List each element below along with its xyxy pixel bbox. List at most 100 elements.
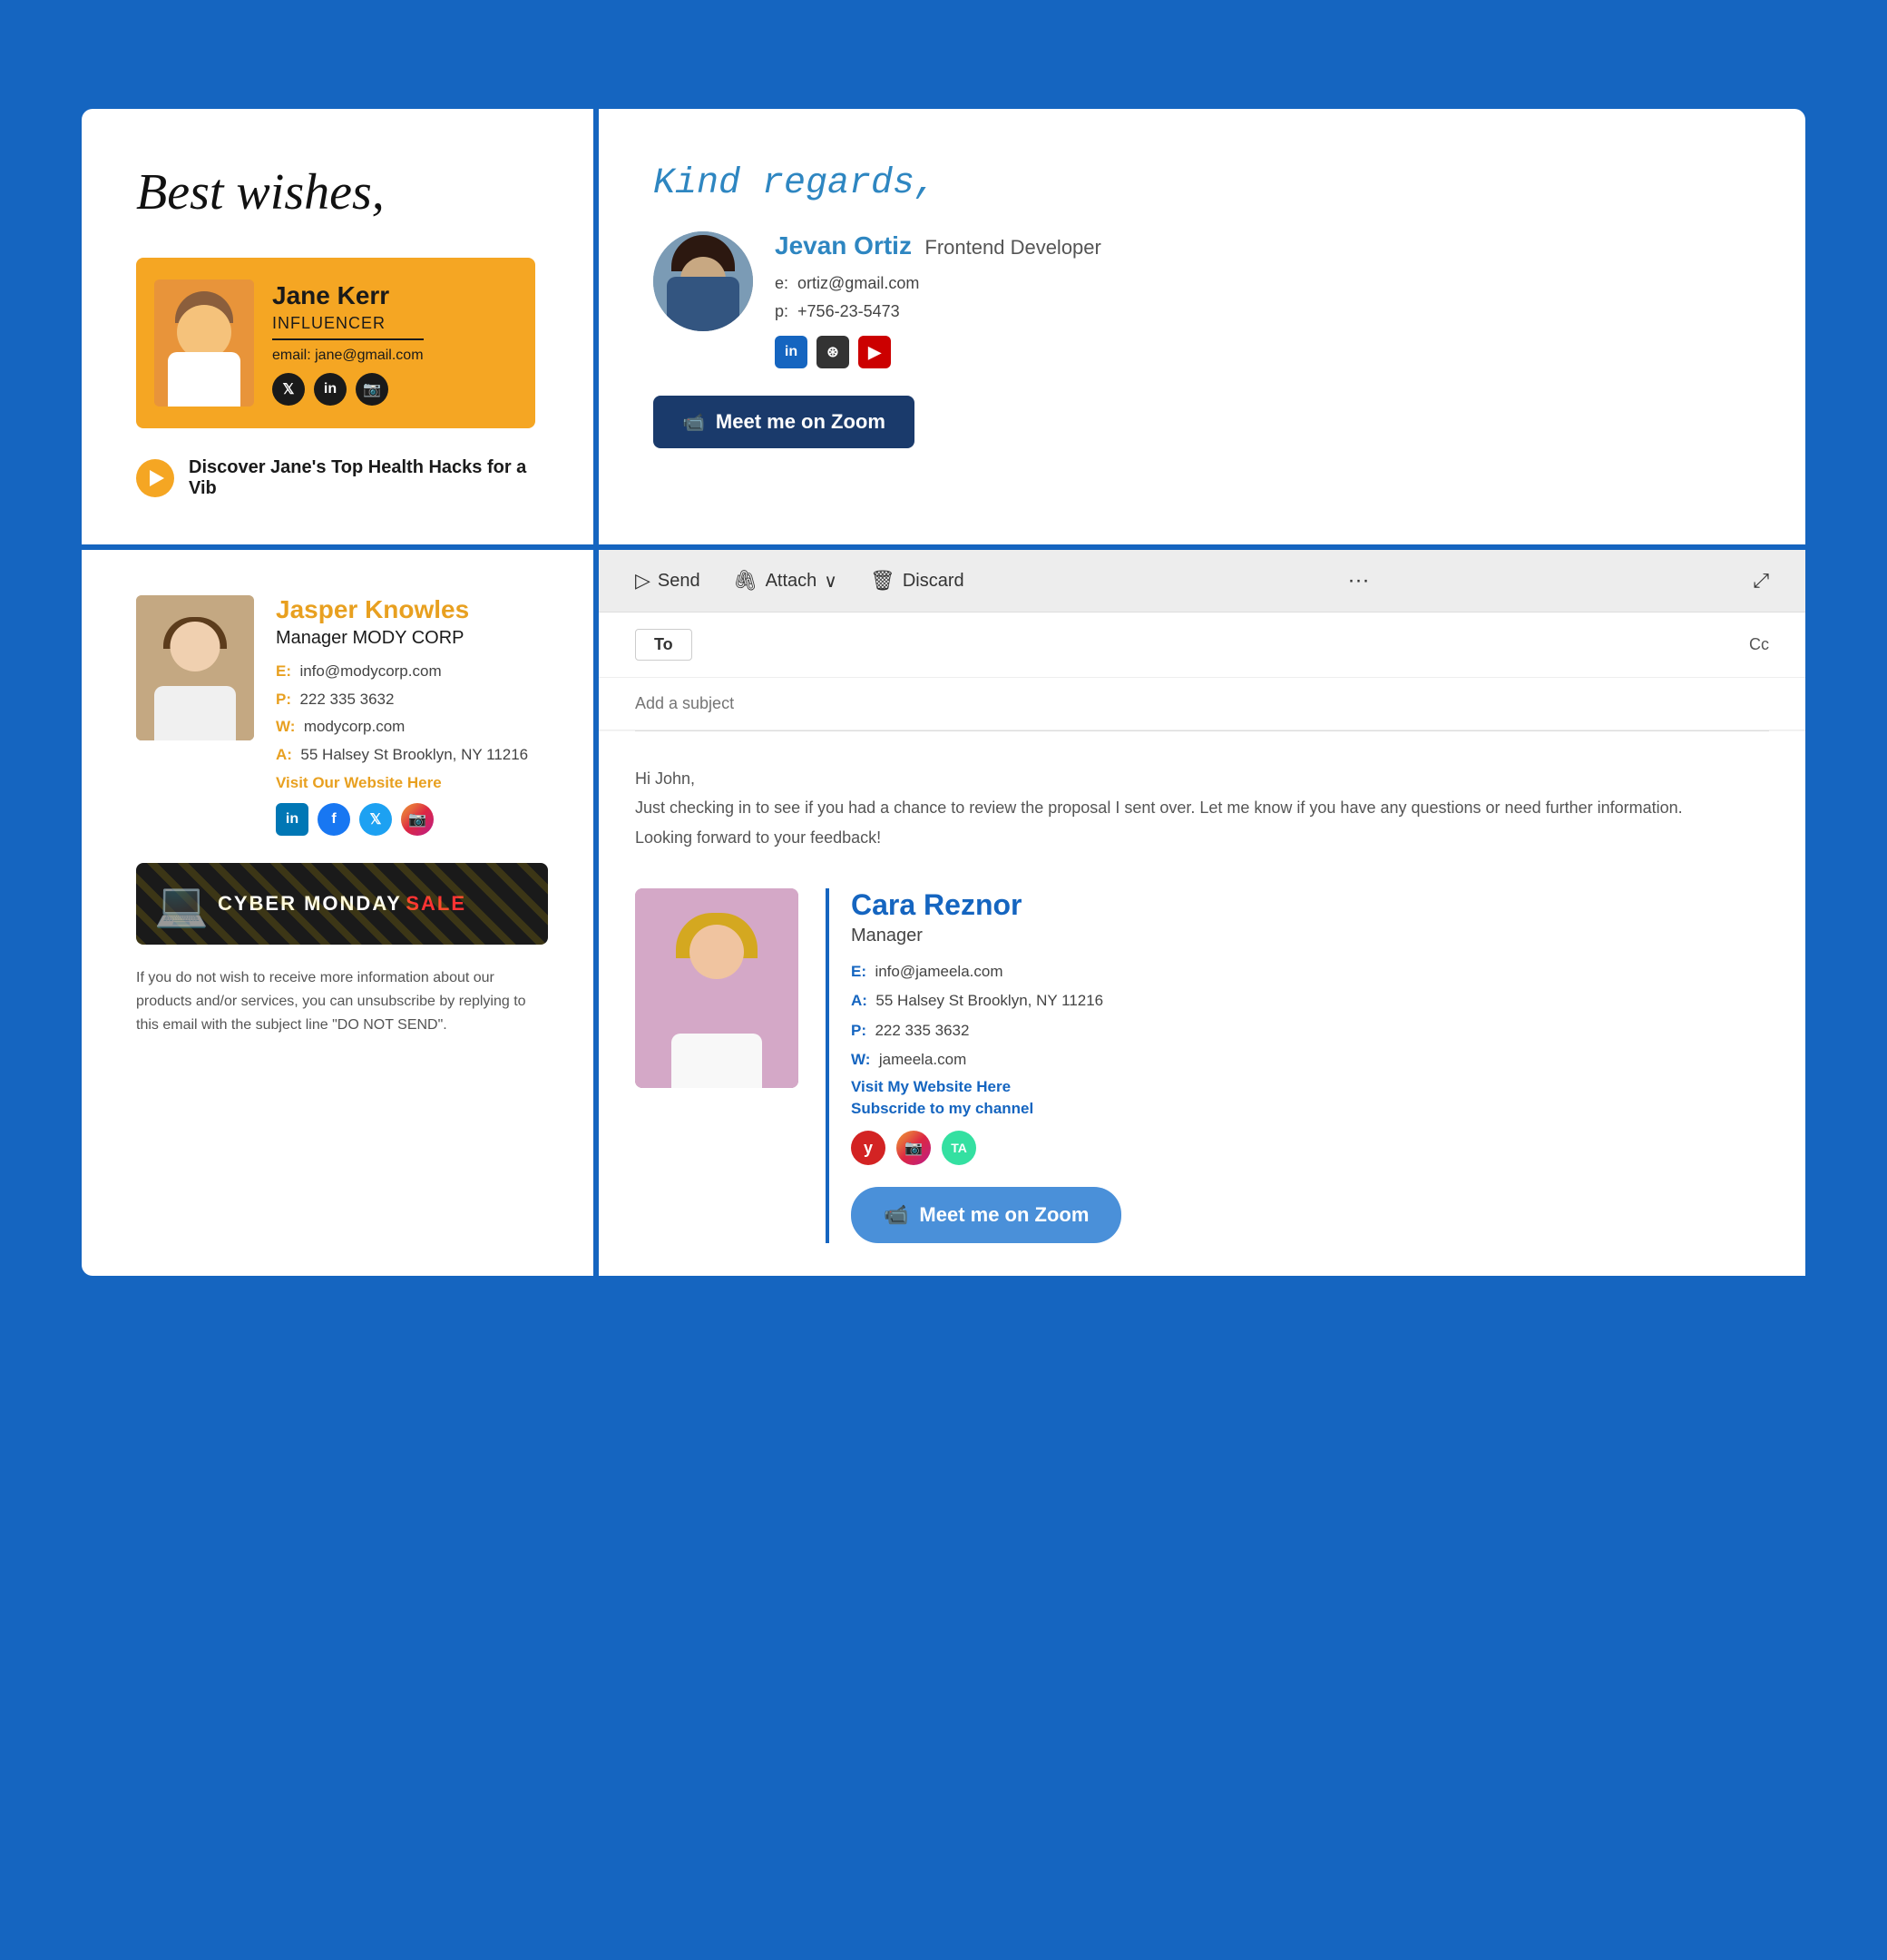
laptop-icon: 💻 — [154, 878, 209, 930]
email-to-row: To Cc — [599, 612, 1805, 678]
jane-info: Jane Kerr INFLUENCER email: jane@gmail.c… — [272, 281, 424, 406]
jane-shirt — [168, 352, 240, 407]
to-input[interactable] — [707, 635, 1735, 654]
jevan-signature-card: Jevan Ortiz Frontend Developer e: ortiz@… — [653, 231, 1751, 368]
zoom-button-label: Meet me on Zoom — [716, 410, 885, 434]
address-label: A: — [276, 746, 292, 763]
address-value: 55 Halsey St Brooklyn, NY 11216 — [300, 746, 528, 763]
instagram-icon[interactable]: 📷 — [896, 1131, 931, 1165]
jevan-shirt — [667, 277, 739, 331]
cara-visit-link[interactable]: Visit My Website Here — [851, 1078, 1769, 1096]
email-label: E: — [276, 662, 291, 680]
cara-face — [689, 925, 744, 979]
jevan-name: Jevan Ortiz — [775, 231, 912, 260]
email-body-text: Hi John, Just checking in to see if you … — [635, 764, 1769, 852]
attach-button[interactable]: 🖇 Attach ∨ — [733, 569, 837, 593]
cara-name: Cara Reznor — [851, 888, 1769, 922]
best-wishes-title: Best wishes, — [136, 163, 539, 221]
cyber-monday-banner: 💻 CYBER MONDAY SALE — [136, 863, 548, 945]
cara-role: Manager — [851, 926, 1769, 946]
tripadvisor-icon[interactable]: TA — [942, 1131, 976, 1165]
send-label: Send — [658, 571, 700, 592]
jane-social-icons: 𝕏 in 📷 — [272, 373, 424, 406]
phone-value: 222 335 3632 — [299, 691, 394, 708]
cara-contact: E: info@jameela.com A: 55 Halsey St Broo… — [851, 957, 1769, 1074]
jasper-name: Jasper Knowles — [276, 595, 548, 624]
cara-email-value: info@jameela.com — [875, 963, 1002, 980]
discover-text: Discover Jane's Top Health Hacks for a V… — [189, 457, 539, 499]
github-icon[interactable]: ⊛ — [816, 336, 849, 368]
cara-zoom-button[interactable]: 📹 Meet me on Zoom — [851, 1187, 1121, 1243]
kind-regards-title: Kind regards, — [653, 163, 1751, 204]
facebook-icon[interactable]: f — [318, 803, 350, 836]
email-subject-row — [599, 678, 1805, 730]
jevan-social-icons: in ⊛ ▶ — [775, 336, 1751, 368]
jane-avatar — [154, 279, 254, 407]
jevan-phone: p: +756-23-5473 — [775, 298, 1751, 326]
linkedin-icon[interactable]: in — [276, 803, 308, 836]
cara-phone-value: 222 335 3632 — [875, 1022, 969, 1039]
linkedin-icon[interactable]: in — [775, 336, 807, 368]
phone-label: P: — [276, 691, 291, 708]
discard-icon: 🗑 — [870, 569, 895, 593]
yelp-icon[interactable]: y — [851, 1131, 885, 1165]
cara-zoom-label: Meet me on Zoom — [919, 1203, 1089, 1227]
jasper-footer-text: If you do not wish to receive more infor… — [136, 966, 548, 1036]
twitter-icon[interactable]: 𝕏 — [359, 803, 392, 836]
jevan-role: Frontend Developer — [924, 236, 1100, 259]
linkedin-icon[interactable]: in — [314, 373, 347, 406]
card-jasper: Jasper Knowles Manager MODY CORP E: info… — [82, 550, 599, 1276]
email-body: Hi John, Just checking in to see if you … — [599, 731, 1805, 1276]
send-button[interactable]: ▷ Send — [635, 569, 700, 593]
jevan-info: Jevan Ortiz Frontend Developer e: ortiz@… — [775, 231, 1751, 368]
cara-website-label: W: — [851, 1051, 870, 1068]
main-container: Best wishes, Jane Kerr INFLUENCER email:… — [82, 109, 1805, 1276]
cara-phone-label: P: — [851, 1022, 866, 1039]
attach-label: Attach — [766, 571, 817, 592]
instagram-icon[interactable]: 📷 — [401, 803, 434, 836]
jasper-visit-link[interactable]: Visit Our Website Here — [276, 774, 548, 792]
jane-face — [177, 305, 231, 359]
body-line2: Looking forward to your feedback! — [635, 823, 1769, 852]
email-value: info@modycorp.com — [299, 662, 441, 680]
jasper-website: W: modycorp.com — [276, 713, 548, 741]
youtube-icon[interactable]: ▶ — [858, 336, 891, 368]
discard-button[interactable]: 🗑 Discard — [870, 569, 964, 593]
jane-role: INFLUENCER — [272, 314, 424, 340]
email-label: e: — [775, 274, 788, 292]
cara-address: A: 55 Halsey St Brooklyn, NY 11216 — [851, 986, 1769, 1015]
attach-icon: 🖇 — [733, 569, 758, 593]
website-label: W: — [276, 718, 295, 735]
jevan-name-row: Jevan Ortiz Frontend Developer — [775, 231, 1751, 260]
twitter-icon[interactable]: 𝕏 — [272, 373, 305, 406]
expand-icon[interactable]: ⤢ — [1753, 569, 1769, 593]
jane-signature-card: Jane Kerr INFLUENCER email: jane@gmail.c… — [136, 258, 535, 428]
send-icon: ▷ — [635, 569, 650, 593]
cara-website-value: jameela.com — [879, 1051, 966, 1068]
cara-phone: P: 222 335 3632 — [851, 1016, 1769, 1045]
play-triangle-icon — [150, 470, 164, 486]
jasper-social-icons: in f 𝕏 📷 — [276, 803, 548, 836]
subject-input[interactable] — [635, 694, 1769, 713]
jevan-contact: e: ortiz@gmail.com p: +756-23-5473 — [775, 270, 1751, 325]
cara-email-label: E: — [851, 963, 866, 980]
body-line1: Just checking in to see if you had a cha… — [635, 793, 1769, 822]
zoom-button[interactable]: 📹 Meet me on Zoom — [653, 396, 914, 448]
cara-signature-block: Cara Reznor Manager E: info@jameela.com … — [635, 888, 1769, 1243]
cara-address-value: 55 Halsey St Brooklyn, NY 11216 — [875, 992, 1103, 1009]
discard-label: Discard — [903, 571, 964, 592]
jevan-email: e: ortiz@gmail.com — [775, 270, 1751, 298]
cara-zoom-camera-icon: 📹 — [884, 1203, 908, 1227]
jane-name: Jane Kerr — [272, 281, 424, 310]
jevan-avatar — [653, 231, 753, 331]
cara-info: Cara Reznor Manager E: info@jameela.com … — [826, 888, 1769, 1243]
instagram-icon[interactable]: 📷 — [356, 373, 388, 406]
cc-label[interactable]: Cc — [1749, 635, 1769, 654]
attach-chevron-icon: ∨ — [824, 570, 837, 593]
jasper-address: A: 55 Halsey St Brooklyn, NY 11216 — [276, 741, 548, 769]
greeting: Hi John, — [635, 764, 1769, 793]
jasper-signature-block: Jasper Knowles Manager MODY CORP E: info… — [136, 595, 548, 836]
cara-subscribe-link[interactable]: Subscride to my channel — [851, 1100, 1769, 1118]
more-options-icon[interactable]: ··· — [1348, 568, 1370, 593]
play-button[interactable] — [136, 459, 174, 497]
